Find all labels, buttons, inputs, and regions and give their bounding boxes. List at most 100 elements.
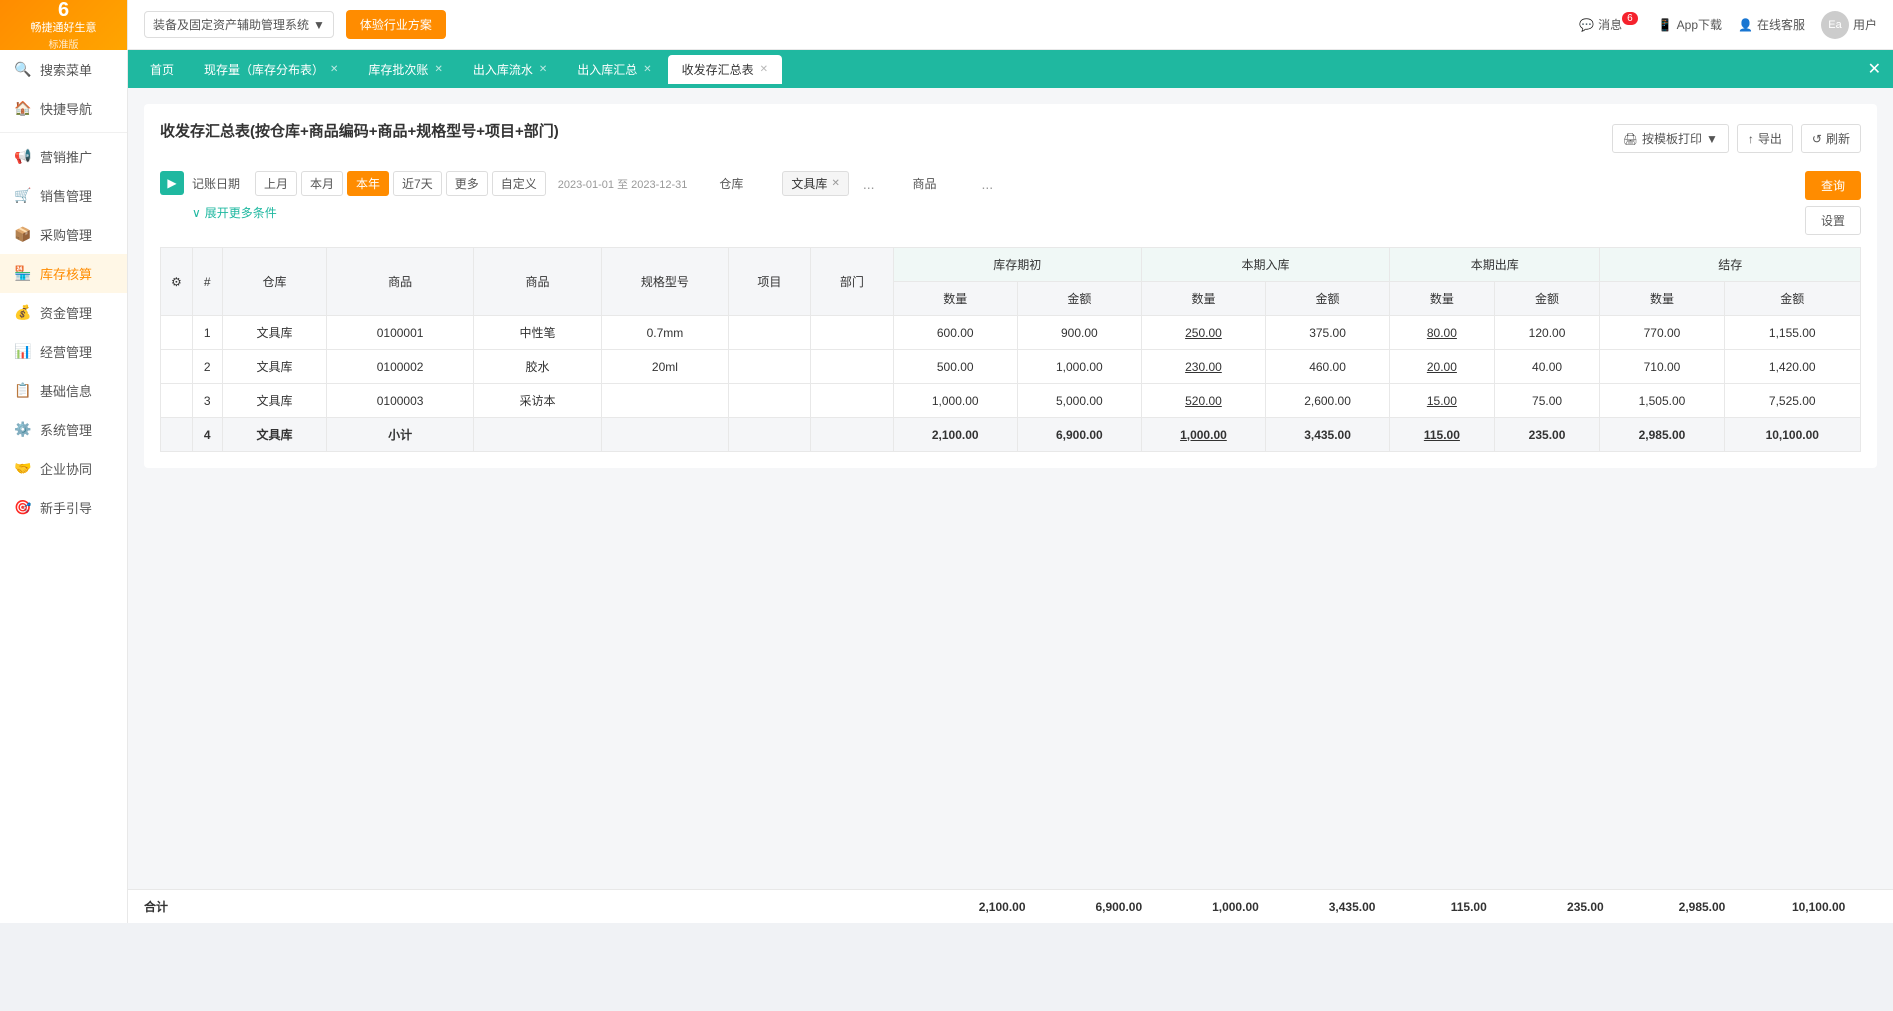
setting-btn[interactable]: 设置: [1805, 206, 1861, 235]
row3-spec: [602, 384, 728, 418]
row2-opening-amt: 1,000.00: [1017, 350, 1141, 384]
row1-project: [728, 316, 811, 350]
sidebar-item-search[interactable]: 🔍 搜索菜单: [0, 50, 127, 89]
trial-btn[interactable]: 体验行业方案: [346, 10, 446, 39]
tab-close-batch[interactable]: ✕: [434, 64, 442, 75]
filter-row-1: 记账日期 上月 本月 本年 近7天 更多 自定义 2023-01-01 至 20…: [192, 171, 1797, 196]
tab-recv-send[interactable]: 收发存汇总表 ✕: [668, 55, 782, 84]
warehouse-remove-btn[interactable]: ✕: [831, 178, 839, 189]
row1-opening-amt: 900.00: [1017, 316, 1141, 350]
warehouse-more-btn[interactable]: ...: [857, 173, 881, 195]
query-btn[interactable]: 查询: [1805, 171, 1861, 200]
row2-balance-qty: 710.00: [1600, 350, 1724, 384]
tabbar: 首页 现存量（库存分布表） ✕ 库存批次账 ✕ 出入库流水 ✕ 出入库汇总 ✕ …: [128, 50, 1893, 88]
filter-toggle-btn[interactable]: ▶: [160, 171, 184, 195]
chevron-down-icon: ∨: [192, 206, 201, 220]
tab-stock-dist[interactable]: 现存量（库存分布表） ✕: [190, 55, 352, 84]
user-menu[interactable]: Ea 用户: [1821, 11, 1877, 39]
th-goods-name: 商品: [473, 248, 601, 316]
total-label: 合计: [144, 898, 244, 915]
print-chevron-icon: ▼: [1706, 132, 1718, 146]
sidebar-item-business[interactable]: 📊 经营管理: [0, 332, 127, 371]
print-btn[interactable]: 🖨 按模板打印 ▼: [1612, 124, 1729, 153]
date-btn-this-year[interactable]: 本年: [347, 171, 389, 196]
row1-balance-amt: 1,155.00: [1724, 316, 1860, 350]
row3-opening-qty: 1,000.00: [893, 384, 1017, 418]
sidebar-item-sales[interactable]: 🛒 销售管理: [0, 176, 127, 215]
row2-in-amt: 460.00: [1266, 350, 1390, 384]
row2-warehouse: 文具库: [222, 350, 327, 384]
tab-inout-summary[interactable]: 出入库汇总 ✕: [563, 55, 665, 84]
th-opening-amt: 金额: [1017, 282, 1141, 316]
subtotal-out-qty[interactable]: 115.00: [1390, 418, 1495, 452]
sidebar-item-finance[interactable]: 💰 资金管理: [0, 293, 127, 332]
sidebar: 6 畅捷通好生意 标准版 🔍 搜索菜单 🏠 快捷导航 📢 营销推广 🛒 销售管理…: [0, 0, 128, 923]
th-project: 项目: [728, 248, 811, 316]
sidebar-item-marketing[interactable]: 📢 营销推广: [0, 137, 127, 176]
topbar-left: 装备及固定资产辅助管理系统 ▼ 体验行业方案: [144, 10, 446, 39]
filter-area: ▶ 记账日期 上月 本月 本年 近7天 更多 自定义: [160, 171, 1861, 235]
row2-out-qty[interactable]: 20.00: [1390, 350, 1495, 384]
subtotal-balance-amt: 10,100.00: [1724, 418, 1860, 452]
sidebar-item-quick[interactable]: 🏠 快捷导航: [0, 89, 127, 128]
row2-opening-qty: 500.00: [893, 350, 1017, 384]
warehouse-filter: 仓库 文具库 ✕ ...: [719, 171, 880, 196]
inventory-icon: 🏪: [14, 265, 32, 282]
refresh-btn[interactable]: ↺ 刷新: [1801, 124, 1861, 153]
expand-conditions-btn[interactable]: ∨ 展开更多条件: [192, 204, 1797, 221]
sidebar-item-enterprise[interactable]: 🤝 企业协同: [0, 449, 127, 488]
export-btn[interactable]: ↑ 导出: [1737, 124, 1793, 153]
message-btn[interactable]: 💬 消息 6: [1579, 16, 1642, 33]
row3-out-qty[interactable]: 15.00: [1390, 384, 1495, 418]
warehouse-tag: 文具库 ✕: [782, 171, 848, 196]
tab-close-recv-send[interactable]: ✕: [760, 64, 768, 75]
subtotal-row: 4 文具库 小计 2,100.00 6,900.00 1,000.00 3,43…: [161, 418, 1861, 452]
total-out-amt: 235.00: [1527, 900, 1644, 914]
total-opening-qty: 2,100.00: [944, 900, 1061, 914]
guide-icon: 🎯: [14, 499, 32, 516]
date-btn-this-month[interactable]: 本月: [301, 171, 343, 196]
app-logo: 6 畅捷通好生意 标准版: [0, 0, 127, 50]
enterprise-icon: 🤝: [14, 460, 32, 477]
sidebar-item-system[interactable]: ⚙️ 系统管理: [0, 410, 127, 449]
row1-in-qty[interactable]: 250.00: [1141, 316, 1265, 350]
subtotal-in-qty[interactable]: 1,000.00: [1141, 418, 1265, 452]
row3-in-qty[interactable]: 520.00: [1141, 384, 1265, 418]
system-selector[interactable]: 装备及固定资产辅助管理系统 ▼: [144, 11, 334, 38]
row1-in-amt: 375.00: [1266, 316, 1390, 350]
sales-icon: 🛒: [14, 187, 32, 204]
goods-more-btn[interactable]: ...: [976, 173, 1000, 195]
tab-home[interactable]: 首页: [136, 55, 188, 84]
gear-icon[interactable]: ⚙: [171, 275, 182, 289]
sidebar-item-inventory[interactable]: 🏪 库存核算: [0, 254, 127, 293]
sidebar-item-purchase[interactable]: 📦 采购管理: [0, 215, 127, 254]
sidebar-item-guide[interactable]: 🎯 新手引导: [0, 488, 127, 527]
page-title: 收发存汇总表(按仓库+商品编码+商品+规格型号+项目+部门): [160, 120, 559, 141]
th-out-qty: 数量: [1390, 282, 1495, 316]
table-row: 2 文具库 0100002 胶水 20ml 500.00 1,000.00 23…: [161, 350, 1861, 384]
tab-close-inout-flow[interactable]: ✕: [539, 64, 547, 75]
online-service-btn[interactable]: 👤 在线客服: [1738, 16, 1805, 33]
subtotal-empty4: [811, 418, 894, 452]
refresh-icon: ↺: [1812, 132, 1822, 146]
app-download-btn[interactable]: 📱 App下载: [1658, 16, 1722, 33]
subtotal-out-amt: 235.00: [1494, 418, 1600, 452]
date-btn-custom[interactable]: 自定义: [492, 171, 546, 196]
row2-in-qty[interactable]: 230.00: [1141, 350, 1265, 384]
th-balance-amt: 金额: [1724, 282, 1860, 316]
tab-batch[interactable]: 库存批次账 ✕: [354, 55, 456, 84]
tab-close-stock-dist[interactable]: ✕: [330, 64, 338, 75]
subtotal-num: 4: [192, 418, 222, 452]
tab-inout-flow[interactable]: 出入库流水 ✕: [459, 55, 561, 84]
tab-close-inout-summary[interactable]: ✕: [643, 64, 651, 75]
row2-dept: [811, 350, 894, 384]
row1-opening-qty: 600.00: [893, 316, 1017, 350]
date-btn-more[interactable]: 更多: [446, 171, 488, 196]
download-icon: 📱: [1658, 18, 1673, 32]
date-btn-prev-month[interactable]: 上月: [255, 171, 297, 196]
tabbar-close-btn[interactable]: ✕: [1864, 59, 1885, 79]
bottom-bar: 合计 2,100.00 6,900.00 1,000.00 3,435.00 1…: [128, 889, 1893, 923]
row1-out-qty[interactable]: 80.00: [1390, 316, 1495, 350]
sidebar-item-basic[interactable]: 📋 基础信息: [0, 371, 127, 410]
date-btn-7days[interactable]: 近7天: [393, 171, 442, 196]
